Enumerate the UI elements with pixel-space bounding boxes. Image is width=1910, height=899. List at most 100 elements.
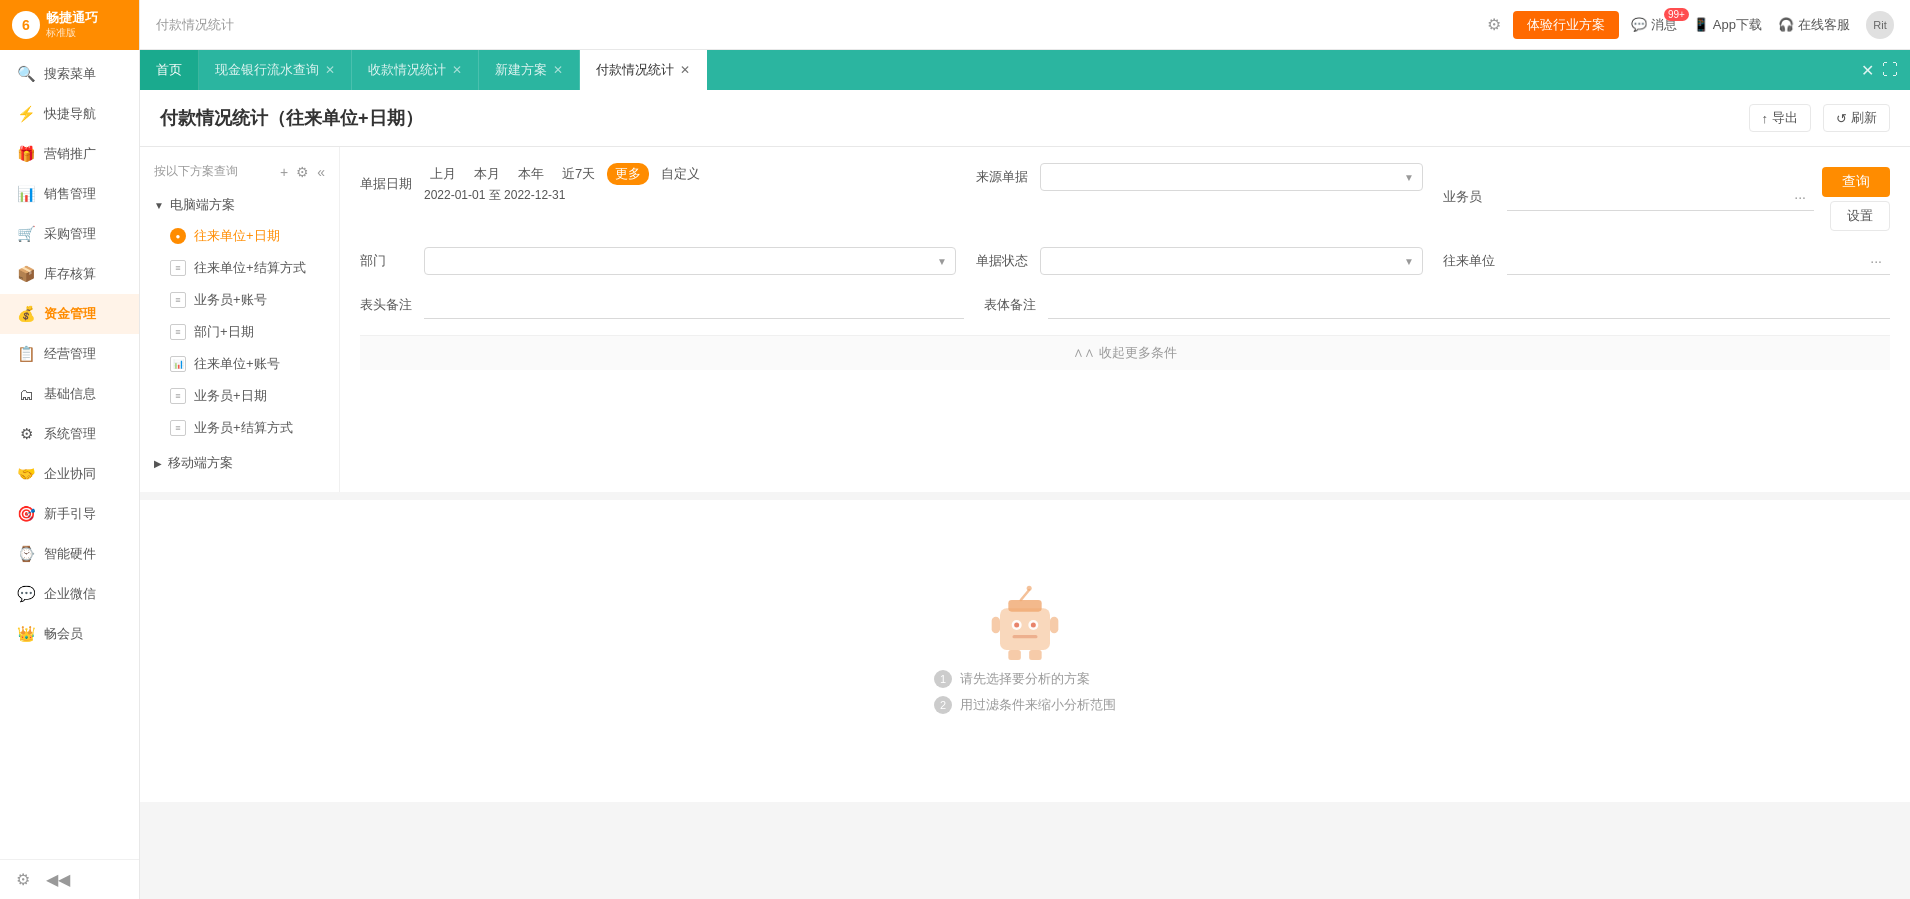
topbar-gear-icon[interactable]: ⚙ <box>1487 15 1501 34</box>
tab-new-plan-close-icon[interactable]: ✕ <box>553 63 563 77</box>
scheme-item-table-icon2: ≡ <box>170 292 186 308</box>
tab-receivable[interactable]: 收款情况统计 ✕ <box>352 50 479 90</box>
sidebar-item-purchase[interactable]: 🛒 采购管理 <box>0 214 139 254</box>
tab-receivable-label: 收款情况统计 <box>368 61 446 79</box>
filter-item-partner: 往来单位 ··· <box>1443 247 1890 275</box>
add-scheme-btn[interactable]: + <box>280 164 288 180</box>
scheme-item-unit-settle[interactable]: ≡ 往来单位+结算方式 <box>140 252 339 284</box>
sidebar-item-hardware[interactable]: ⌚ 智能硬件 <box>0 534 139 574</box>
notification-btn[interactable]: 💬 消息 99+ <box>1631 16 1677 34</box>
tab-bank-flow[interactable]: 现金银行流水查询 ✕ <box>199 50 352 90</box>
partner-dots-icon[interactable]: ··· <box>1870 253 1882 269</box>
svg-rect-9 <box>1008 650 1021 660</box>
tab-expand-icon[interactable]: ⛶ <box>1882 61 1898 79</box>
tab-new-plan[interactable]: 新建方案 ✕ <box>479 50 580 90</box>
scheme-item-table-icon: ≡ <box>170 260 186 276</box>
preset-more[interactable]: 更多 <box>607 163 649 185</box>
sidebar-item-search-menu[interactable]: 🔍 搜索菜单 <box>0 54 139 94</box>
guide-icon: 🎯 <box>16 504 36 524</box>
tab-payment-stats[interactable]: 付款情况统计 ✕ <box>580 50 707 90</box>
sidebar-nav: 🔍 搜索菜单 ⚡ 快捷导航 🎁 营销推广 📊 销售管理 🛒 采购管理 📦 库存核… <box>0 50 139 859</box>
tab-receivable-close-icon[interactable]: ✕ <box>452 63 462 77</box>
dept-select[interactable]: ▼ <box>424 247 956 275</box>
filter-item-body-note: 表体备注 <box>984 291 1890 319</box>
doc-status-filter-label: 单据状态 <box>976 252 1032 270</box>
filter-row-2: 部门 ▼ 单据状态 ▼ 往来单位 <box>360 247 1890 275</box>
tab-home[interactable]: 首页 <box>140 50 199 90</box>
scheme-item-unit-account[interactable]: 📊 往来单位+账号 <box>140 348 339 380</box>
scheme-item-unit-date[interactable]: ● 往来单位+日期 <box>140 220 339 252</box>
filter-row-3: 表头备注 表体备注 <box>360 291 1890 319</box>
scheme-collapse-icon[interactable]: « <box>317 164 325 180</box>
sidebar: 6 畅捷通巧 标准版 🔍 搜索菜单 ⚡ 快捷导航 🎁 营销推广 📊 销售管理 🛒… <box>0 0 140 899</box>
salesperson-value[interactable]: ··· <box>1507 183 1814 211</box>
query-btn[interactable]: 查询 <box>1822 167 1890 197</box>
scheme-item-staff-date[interactable]: ≡ 业务员+日期 <box>140 380 339 412</box>
scheme-panel: 按以下方案查询 + ⚙ « ▼ 电脑端方案 ● <box>140 147 340 492</box>
sidebar-item-label: 经营管理 <box>44 345 96 363</box>
tab-bank-flow-close-icon[interactable]: ✕ <box>325 63 335 77</box>
sidebar-item-label: 智能硬件 <box>44 545 96 563</box>
tab-payment-stats-close-icon[interactable]: ✕ <box>680 63 690 77</box>
sidebar-item-capital[interactable]: 💰 资金管理 <box>0 294 139 334</box>
sidebar-item-guide[interactable]: 🎯 新手引导 <box>0 494 139 534</box>
body-note-input[interactable] <box>1048 291 1890 319</box>
tab-home-label: 首页 <box>156 61 182 79</box>
doc-status-chevron-icon: ▼ <box>1404 256 1414 267</box>
preset-this-month[interactable]: 本月 <box>468 163 506 185</box>
notification-badge: 99+ <box>1664 8 1689 21</box>
empty-state: 1 请先选择要分析的方案 2 用过滤条件来缩小分析范围 <box>140 500 1910 802</box>
sidebar-item-wechat[interactable]: 💬 企业微信 <box>0 574 139 614</box>
sidebar-item-inventory[interactable]: 📦 库存核算 <box>0 254 139 294</box>
scheme-item-staff-account[interactable]: ≡ 业务员+账号 <box>140 284 339 316</box>
refresh-btn[interactable]: ↺ 刷新 <box>1823 104 1890 132</box>
filter-area: 单据日期 上月 本月 本年 近7天 更多 自定义 2022-01-01 至 20… <box>340 147 1910 492</box>
wechat-icon: 💬 <box>16 584 36 604</box>
empty-tip-2-text: 用过滤条件来缩小分析范围 <box>960 696 1116 714</box>
sidebar-item-basic-info[interactable]: 🗂 基础信息 <box>0 374 139 414</box>
salesperson-dots-icon[interactable]: ··· <box>1794 189 1806 205</box>
partner-value[interactable]: ··· <box>1507 247 1890 275</box>
sidebar-item-label: 系统管理 <box>44 425 96 443</box>
logo-badge: 标准版 <box>46 26 98 40</box>
sidebar-logo: 6 畅捷通巧 标准版 <box>0 0 139 50</box>
scheme-group-mobile-header[interactable]: ▶ 移动端方案 <box>140 448 339 478</box>
sidebar-item-sales[interactable]: 📊 销售管理 <box>0 174 139 214</box>
header-note-input[interactable] <box>424 291 964 319</box>
service-icon: 🎧 <box>1778 17 1794 32</box>
scheme-group-desktop: ▼ 电脑端方案 ● 往来单位+日期 ≡ 往来单位+结算方式 ≡ <box>140 190 339 444</box>
trial-industry-btn[interactable]: 体验行业方案 <box>1513 11 1619 39</box>
message-icon: 💬 <box>1631 17 1647 32</box>
doc-status-select[interactable]: ▼ <box>1040 247 1423 275</box>
sidebar-item-quick-nav[interactable]: ⚡ 快捷导航 <box>0 94 139 134</box>
member-icon: 👑 <box>16 624 36 644</box>
scheme-group-desktop-header[interactable]: ▼ 电脑端方案 <box>140 190 339 220</box>
source-select[interactable]: ▼ <box>1040 163 1423 191</box>
preset-custom[interactable]: 自定义 <box>655 163 706 185</box>
settings-btn[interactable]: 设置 <box>1830 201 1890 231</box>
sidebar-item-enterprise[interactable]: 🤝 企业协同 <box>0 454 139 494</box>
svg-rect-10 <box>1029 650 1042 660</box>
scheme-group-arrow-right: ▶ <box>154 458 162 469</box>
preset-last-month[interactable]: 上月 <box>424 163 462 185</box>
logo-icon: 6 <box>12 11 40 39</box>
scheme-settings-icon[interactable]: ⚙ <box>296 164 309 180</box>
sidebar-item-marketing[interactable]: 🎁 营销推广 <box>0 134 139 174</box>
preset-last-7days[interactable]: 近7天 <box>556 163 601 185</box>
empty-tip-1: 1 请先选择要分析的方案 <box>934 670 1116 688</box>
app-download-btn[interactable]: 📱 App下载 <box>1693 16 1762 34</box>
collapse-more-btn[interactable]: ∧∧ 收起更多条件 <box>360 335 1890 370</box>
scheme-item-staff-settle[interactable]: ≡ 业务员+结算方式 <box>140 412 339 444</box>
top-right-actions: 💬 消息 99+ 📱 App下载 🎧 在线客服 Rit <box>1631 11 1894 39</box>
scheme-item-dept-date[interactable]: ≡ 部门+日期 <box>140 316 339 348</box>
sidebar-item-operation[interactable]: 📋 经营管理 <box>0 334 139 374</box>
tab-close-all-icon[interactable]: ✕ <box>1861 61 1874 80</box>
online-service-btn[interactable]: 🎧 在线客服 <box>1778 16 1850 34</box>
sidebar-item-member[interactable]: 👑 畅会员 <box>0 614 139 654</box>
export-btn[interactable]: ↑ 导出 <box>1749 104 1812 132</box>
user-avatar[interactable]: Rit <box>1866 11 1894 39</box>
settings-footer-icon[interactable]: ⚙ <box>16 870 30 889</box>
preset-this-year[interactable]: 本年 <box>512 163 550 185</box>
collapse-sidebar-icon[interactable]: ◀◀ <box>46 870 70 889</box>
sidebar-item-system[interactable]: ⚙ 系统管理 <box>0 414 139 454</box>
